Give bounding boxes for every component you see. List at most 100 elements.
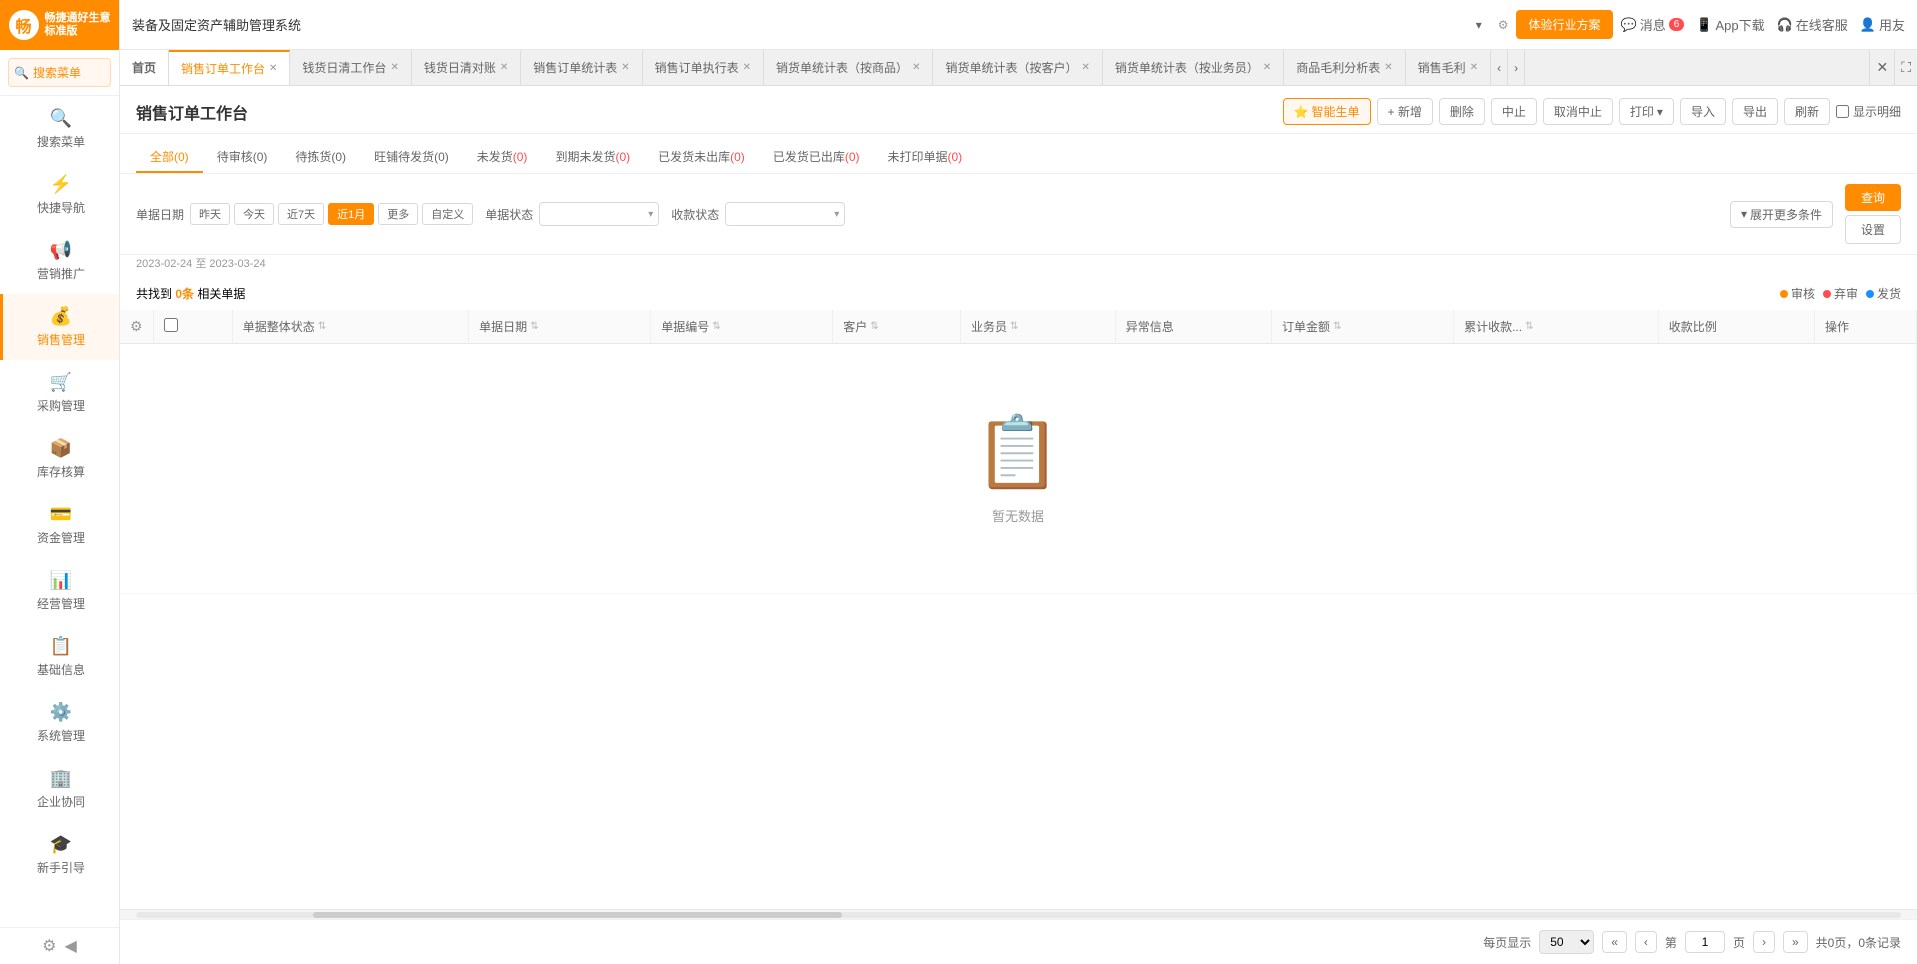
first-page-button[interactable]: « [1602, 931, 1627, 953]
tab-nav-next[interactable]: › [1508, 50, 1525, 86]
tab-cash-daily[interactable]: 钱货日清工作台✕ [290, 50, 411, 86]
settings-filter-button[interactable]: 设置 [1845, 215, 1901, 244]
sidebar-item-system[interactable]: ⚙️系统管理 [0, 690, 119, 756]
tab-sales-profit[interactable]: 销售毛利✕ [1406, 50, 1491, 86]
per-page-select[interactable]: 50 10 20 100 [1539, 930, 1594, 954]
tab-close-gross-margin[interactable]: ✕ [1384, 62, 1392, 73]
date-quick-近7天[interactable]: 近7天 [278, 203, 324, 225]
th-amount[interactable]: 订单金额⇅ [1272, 310, 1454, 344]
sidebar-item-guide[interactable]: 🎓新手引导 [0, 822, 119, 888]
tab-close-cash-reconcile[interactable]: ✕ [500, 62, 508, 73]
sidebar-item-inventory[interactable]: 📦库存核算 [0, 426, 119, 492]
filter-tab-wangpu-pending[interactable]: 旺铺待发货(0) [360, 142, 463, 173]
print-button[interactable]: 打印 ▾ [1619, 98, 1674, 125]
tab-sales-exec[interactable]: 销售订单执行表✕ [643, 50, 764, 86]
sidebar-item-label: 基础信息 [37, 661, 85, 678]
show-detail-checkbox[interactable] [1836, 105, 1849, 118]
date-quick-近1月[interactable]: 近1月 [328, 203, 374, 225]
date-quick-昨天[interactable]: 昨天 [190, 203, 230, 225]
tab-close-sales-exec[interactable]: ✕ [743, 62, 751, 73]
date-quick-自定义[interactable]: 自定义 [422, 203, 473, 225]
pagination: 每页显示 50 10 20 100 « ‹ 第 页 › » 共0页，0条记录 [120, 919, 1917, 964]
sidebar-item-marketing[interactable]: 📢营销推广 [0, 228, 119, 294]
sidebar-item-finance[interactable]: 💳资金管理 [0, 492, 119, 558]
sidebar-item-sales[interactable]: 💰销售管理 [0, 294, 119, 360]
filter-tab-shipped-not-in[interactable]: 已发货未出库(0) [644, 142, 759, 173]
tab-close-sales-stats[interactable]: ✕ [621, 62, 629, 73]
tab-sales-summary-product[interactable]: 销货单统计表（按商品）✕ [764, 50, 933, 86]
prev-page-button[interactable]: ‹ [1635, 931, 1657, 953]
show-detail-label[interactable]: 显示明细 [1836, 103, 1901, 120]
th-staff[interactable]: 业务员⇅ [960, 310, 1115, 344]
tab-close-sales-summary-product[interactable]: ✕ [912, 62, 920, 73]
message-button[interactable]: 💬 消息 6 [1621, 15, 1685, 34]
export-button[interactable]: 导出 [1732, 98, 1778, 125]
user-button[interactable]: 👤 用友 [1860, 15, 1905, 34]
status-select[interactable] [539, 202, 659, 226]
ship-button[interactable]: 发货 [1866, 285, 1901, 302]
tab-nav-prev[interactable]: ‹ [1491, 50, 1508, 86]
collapse-button[interactable]: ◀ [65, 936, 77, 956]
filter-tab-pending-inspect[interactable]: 待拣货(0) [281, 142, 360, 173]
tab-close-cash-daily[interactable]: ✕ [390, 62, 398, 73]
refresh-button[interactable]: 刷新 [1784, 98, 1830, 125]
sidebar-item-purchase[interactable]: 🛒采购管理 [0, 360, 119, 426]
th-date[interactable]: 单据日期⇅ [469, 310, 651, 344]
settings-icon[interactable]: ⚙ [1498, 18, 1509, 32]
tab-action-fullscreen[interactable]: ⛶ [1894, 50, 1917, 86]
audit-button[interactable]: 审核 [1780, 285, 1815, 302]
cancel-audit-button[interactable]: 弃审 [1823, 285, 1858, 302]
smart-create-button[interactable]: ⭐ 智能生单 [1283, 98, 1371, 125]
tab-gross-margin[interactable]: 商品毛利分析表✕ [1284, 50, 1405, 86]
next-page-button[interactable]: › [1753, 931, 1775, 953]
app-download-button[interactable]: 📱 App下载 [1696, 15, 1764, 34]
sidebar-item-enterprise[interactable]: 🏢企业协同 [0, 756, 119, 822]
add-button[interactable]: + 新增 [1377, 98, 1433, 125]
tab-home[interactable]: 首页 [120, 50, 169, 86]
th-number[interactable]: 单据编号⇅ [651, 310, 833, 344]
table-settings-icon[interactable]: ⚙ [130, 318, 143, 334]
tab-sales-summary-staff[interactable]: 销货单统计表（按业务员）✕ [1103, 50, 1284, 86]
filter-tab-overdue-not-shipped[interactable]: 到期未发货(0) [541, 142, 644, 173]
cancel-suspend-button[interactable]: 取消中止 [1543, 98, 1613, 125]
page-input[interactable] [1685, 931, 1725, 953]
th-collected[interactable]: 累计收款...⇅ [1454, 310, 1659, 344]
select-all-checkbox[interactable] [164, 318, 178, 332]
horizontal-scrollbar[interactable] [120, 909, 1917, 919]
experience-button[interactable]: 体验行业方案 [1516, 10, 1612, 39]
th-status[interactable]: 单据整体状态⇅ [232, 310, 468, 344]
tab-close-sales-profit[interactable]: ✕ [1470, 62, 1478, 73]
date-quick-更多[interactable]: 更多 [378, 203, 418, 225]
scrollbar-thumb[interactable] [313, 912, 843, 918]
filter-tab-all[interactable]: 全部(0) [136, 142, 203, 173]
tab-sales-stats[interactable]: 销售订单统计表✕ [521, 50, 642, 86]
import-button[interactable]: 导入 [1680, 98, 1726, 125]
online-service-button[interactable]: 🎧 在线客服 [1777, 15, 1848, 34]
tab-cash-reconcile[interactable]: 钱货日清对账✕ [412, 50, 521, 86]
filter-tab-not-shipped[interactable]: 未发货(0) [463, 142, 542, 173]
delete-button[interactable]: 删除 [1439, 98, 1485, 125]
search-menu-button[interactable]: 🔍 搜索菜单 [8, 58, 111, 87]
expand-conditions-button[interactable]: ▾ 展开更多条件 [1730, 201, 1833, 228]
tab-close-sales-workbench[interactable]: ✕ [269, 63, 277, 74]
filter-tab-not-printed[interactable]: 未打印单据(0) [874, 142, 977, 173]
date-quick-今天[interactable]: 今天 [234, 203, 274, 225]
sidebar-item-operations[interactable]: 📊经营管理 [0, 558, 119, 624]
tab-sales-summary-customer[interactable]: 销货单统计表（按客户）✕ [933, 50, 1102, 86]
tab-close-sales-summary-customer[interactable]: ✕ [1081, 62, 1089, 73]
sidebar-item-basics[interactable]: 📋基础信息 [0, 624, 119, 690]
sidebar-item-search[interactable]: 🔍搜索菜单 [0, 96, 119, 162]
query-button[interactable]: 查询 [1845, 184, 1901, 211]
tab-action-close[interactable]: ✕ [1869, 50, 1894, 86]
filter-tab-pending-review[interactable]: 待审核(0) [203, 142, 282, 173]
th-customer[interactable]: 客户⇅ [833, 310, 961, 344]
sidebar-item-quicknav[interactable]: ⚡快捷导航 [0, 162, 119, 228]
suspend-button[interactable]: 中止 [1491, 98, 1537, 125]
settings-button[interactable]: ⚙ [42, 936, 56, 956]
system-dropdown[interactable]: ▾ [1476, 18, 1482, 32]
filter-tab-shipped-out[interactable]: 已发货已出库(0) [759, 142, 874, 173]
payment-select[interactable] [725, 202, 845, 226]
tab-sales-workbench[interactable]: 销售订单工作台✕ [169, 50, 290, 86]
tab-close-sales-summary-staff[interactable]: ✕ [1263, 62, 1271, 73]
last-page-button[interactable]: » [1783, 931, 1808, 953]
